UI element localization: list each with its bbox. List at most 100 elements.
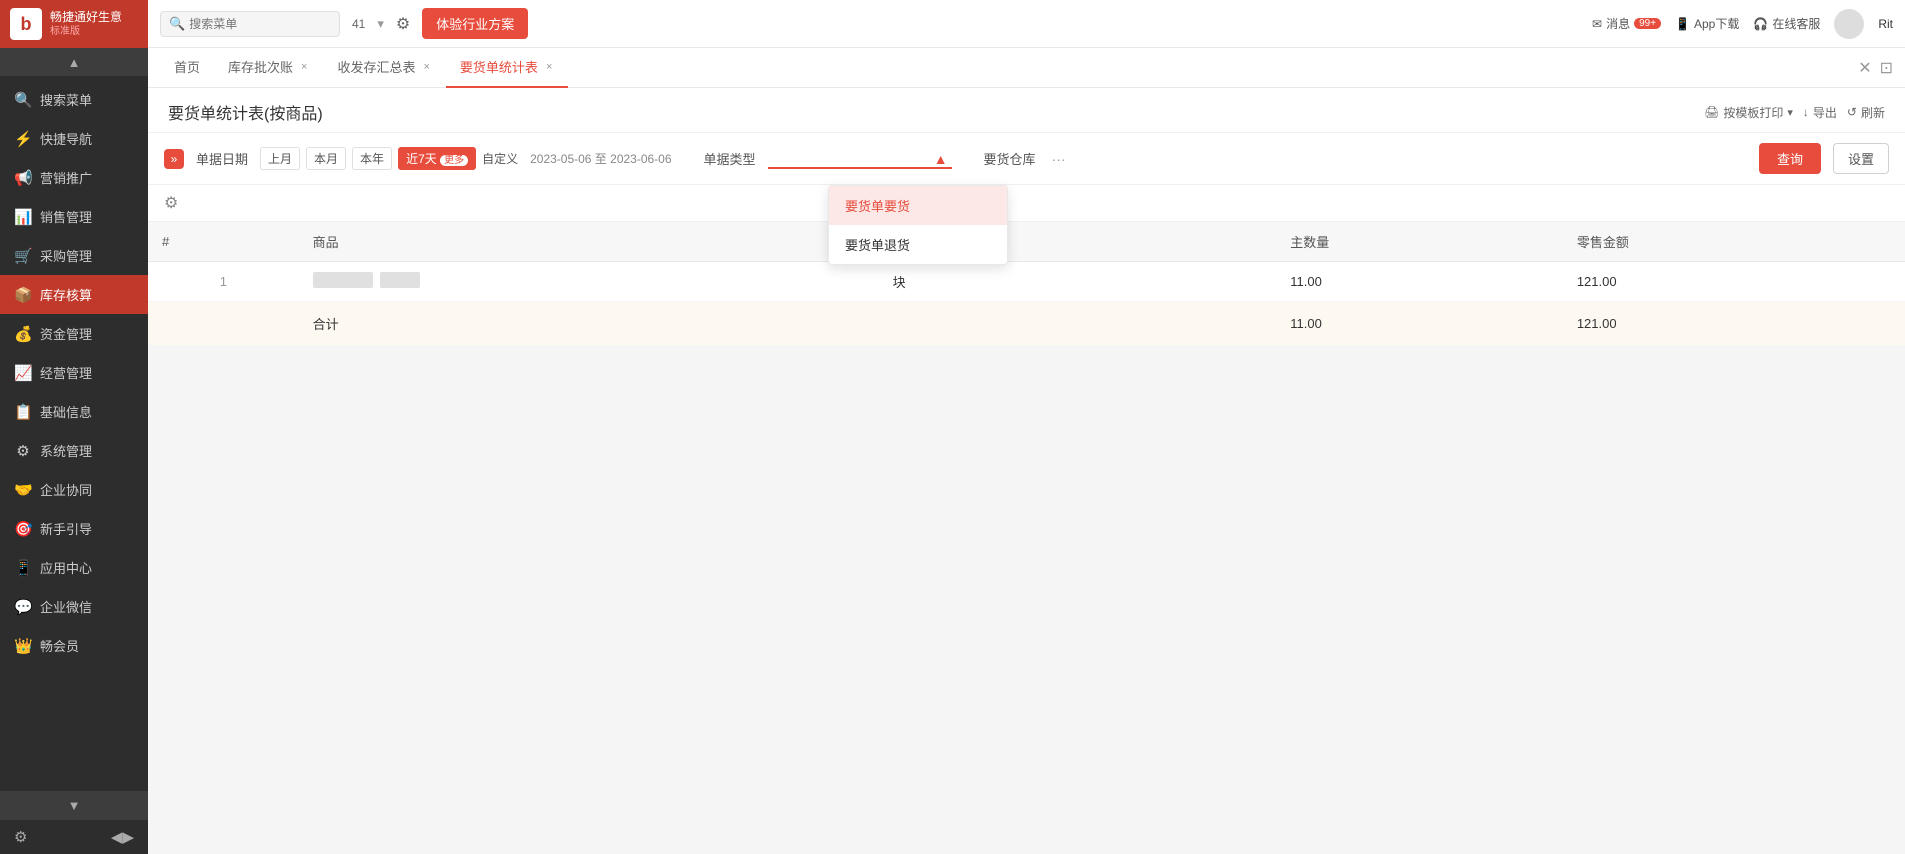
col-product: 商品 — [299, 222, 879, 262]
sidebar-item-marketing[interactable]: 📢 营销推广 — [0, 158, 148, 197]
footer-row: 合计 11.00 121.00 — [148, 302, 1905, 346]
tab-home[interactable]: 首页 — [160, 48, 214, 88]
sidebar-settings-btn[interactable]: ⚙ — [14, 828, 27, 846]
sidebar-item-system[interactable]: ⚙ 系统管理 — [0, 431, 148, 470]
refresh-btn[interactable]: ↺ 刷新 — [1847, 104, 1885, 121]
sidebar-item-wechat[interactable]: 💬 企业微信 — [0, 587, 148, 626]
user-avatar[interactable] — [1834, 9, 1864, 39]
tab-close-stock-summary[interactable]: × — [421, 61, 431, 73]
sidebar-item-guide[interactable]: 🎯 新手引导 — [0, 509, 148, 548]
topbar-right: ✉ 消息 99+ 📱 App下载 🎧 在线客服 Rit — [1592, 9, 1893, 39]
sidebar-item-label: 新手引导 — [40, 519, 92, 538]
table-header: # 商品 主计量单位 主数量 零售金额 — [148, 222, 1905, 262]
search-icon: 🔍 — [14, 91, 32, 109]
export-btn[interactable]: ↓ 导出 — [1803, 104, 1837, 121]
vip-icon: 👑 — [14, 637, 32, 655]
sidebar-scroll-up[interactable]: ▲ — [0, 48, 148, 76]
date-range-text: 2023-05-06 至 2023-06-06 — [530, 150, 671, 167]
dropdown-chevron-icon[interactable]: ▾ — [377, 16, 384, 32]
topbar-settings-icon[interactable]: ⚙ — [396, 14, 410, 34]
search-input[interactable] — [189, 17, 289, 31]
date-btn-this-year[interactable]: 本年 — [352, 147, 392, 170]
print-btn[interactable]: 🖨 按模板打印 ▾ — [1704, 104, 1793, 121]
table-settings-icon[interactable]: ⚙ — [164, 193, 178, 213]
trial-btn[interactable]: 体验行业方案 — [422, 8, 528, 39]
filter-type-chevron-icon[interactable]: ▲ — [934, 151, 948, 167]
page-header: 要货单统计表(按商品) 🖨 按模板打印 ▾ ↓ 导出 ↺ 刷新 — [148, 88, 1905, 133]
filter-expand-btn[interactable]: » — [164, 149, 184, 169]
sidebar-item-vip[interactable]: 👑 畅会员 — [0, 626, 148, 665]
operation-icon: 📈 — [14, 364, 32, 382]
sidebar-item-inventory[interactable]: 📦 库存核算 — [0, 275, 148, 314]
sidebar-item-appstore[interactable]: 📱 应用中心 — [0, 548, 148, 587]
data-table: # 商品 主计量单位 主数量 零售金额 1 块 — [148, 222, 1905, 346]
tab-close-order-stats[interactable]: × — [544, 61, 554, 73]
sidebar-item-basic[interactable]: 📋 基础信息 — [0, 392, 148, 431]
tab-close-inventory-batch[interactable]: × — [299, 61, 309, 73]
sidebar-item-label: 企业微信 — [40, 597, 92, 616]
filter-type-input-wrap: ▲ — [768, 148, 952, 169]
sidebar-header: b 畅捷通好生意 标准版 — [0, 0, 148, 48]
expand-window-btn[interactable]: ⊡ — [1880, 58, 1893, 78]
date-btn-this-month[interactable]: 本月 — [306, 147, 346, 170]
phone-icon: 📱 — [1675, 17, 1690, 31]
sidebar-item-operation[interactable]: 📈 经营管理 — [0, 353, 148, 392]
table-wrap: ⚙ # 商品 主计量单位 主数量 零售金额 1 — [148, 185, 1905, 346]
sidebar-item-label: 库存核算 — [40, 285, 92, 304]
row-qty: 11.00 — [1276, 262, 1563, 302]
search-icon: 🔍 — [169, 16, 185, 32]
date-btn-last-month[interactable]: 上月 — [260, 147, 300, 170]
filter-bar: » 单据日期 上月 本月 本年 近7天 更多 自定义 2023-05-06 至 … — [148, 133, 1905, 185]
dropdown-item-order-return[interactable]: 要货单退货 — [829, 225, 1007, 264]
sidebar-item-finance[interactable]: 💰 资金管理 — [0, 314, 148, 353]
purchase-icon: 🛒 — [14, 247, 32, 265]
sidebar-item-label: 畅会员 — [40, 636, 79, 655]
col-num: # — [148, 222, 299, 262]
table-toolbar: ⚙ — [148, 185, 1905, 222]
dropdown-item-order-goods[interactable]: 要货单要货 — [829, 186, 1007, 225]
sidebar-item-enterprise[interactable]: 🤝 企业协同 — [0, 470, 148, 509]
footer-amount: 121.00 — [1563, 302, 1905, 346]
topbar-search-bar[interactable]: 🔍 — [160, 11, 340, 37]
close-window-btn[interactable]: ✕ — [1858, 58, 1871, 78]
print-icon: 🖨 — [1704, 105, 1719, 119]
sidebar-item-purchase[interactable]: 🛒 采购管理 — [0, 236, 148, 275]
message-badge: 99+ — [1634, 18, 1661, 29]
message-btn[interactable]: ✉ 消息 99+ — [1592, 15, 1661, 32]
page-title: 要货单统计表(按商品) — [168, 100, 323, 124]
sidebar-footer: ⚙ ◀▶ — [0, 819, 148, 854]
sidebar-item-label: 资金管理 — [40, 324, 92, 343]
sidebar-item-shortcut[interactable]: ⚡ 快捷导航 — [0, 119, 148, 158]
filter-settings-btn[interactable]: 设置 — [1833, 143, 1889, 174]
date-custom-btn[interactable]: 自定义 — [482, 150, 518, 167]
app-download-btn[interactable]: 📱 App下载 — [1675, 15, 1739, 32]
online-service-btn[interactable]: 🎧 在线客服 — [1753, 15, 1820, 32]
sidebar-item-label: 销售管理 — [40, 207, 92, 226]
table-footer: 合计 11.00 121.00 — [148, 302, 1905, 346]
tab-order-stats[interactable]: 要货单统计表 × — [446, 48, 568, 88]
filter-warehouse-dots[interactable]: ··· — [1052, 151, 1066, 167]
enterprise-icon: 🤝 — [14, 481, 32, 499]
guide-icon: 🎯 — [14, 520, 32, 538]
main-area: 🔍 41 ▾ ⚙ 体验行业方案 ✉ 消息 99+ 📱 App下载 🎧 在线客服 … — [148, 0, 1905, 854]
tab-stock-summary[interactable]: 收发存汇总表 × — [323, 48, 445, 88]
date-btn-recent-7[interactable]: 近7天 更多 — [398, 147, 476, 170]
filter-type-dropdown: 要货单要货 要货单退货 — [828, 185, 1008, 265]
filter-type-label: 单据类型 — [704, 149, 756, 168]
sidebar-item-label: 营销推广 — [40, 168, 92, 187]
footer-empty1 — [148, 302, 299, 346]
page-header-actions: 🖨 按模板打印 ▾ ↓ 导出 ↺ 刷新 — [1704, 104, 1885, 121]
sidebar-item-search[interactable]: 🔍 搜索菜单 — [0, 80, 148, 119]
sidebar-item-sales[interactable]: 📊 销售管理 — [0, 197, 148, 236]
sidebar-item-label: 采购管理 — [40, 246, 92, 265]
sidebar-item-label: 基础信息 — [40, 402, 92, 421]
row-num: 1 — [148, 262, 299, 302]
tab-inventory-batch[interactable]: 库存批次账 × — [214, 48, 323, 88]
sidebar-item-label: 系统管理 — [40, 441, 92, 460]
sidebar-collapse-btn[interactable]: ◀▶ — [111, 828, 134, 846]
sidebar-scroll-down[interactable]: ▼ — [0, 791, 148, 819]
product-name-placeholder — [313, 272, 373, 288]
row-unit: 块 — [879, 262, 1277, 302]
filter-query-btn[interactable]: 查询 — [1759, 143, 1821, 174]
filter-type-input[interactable] — [768, 148, 952, 169]
